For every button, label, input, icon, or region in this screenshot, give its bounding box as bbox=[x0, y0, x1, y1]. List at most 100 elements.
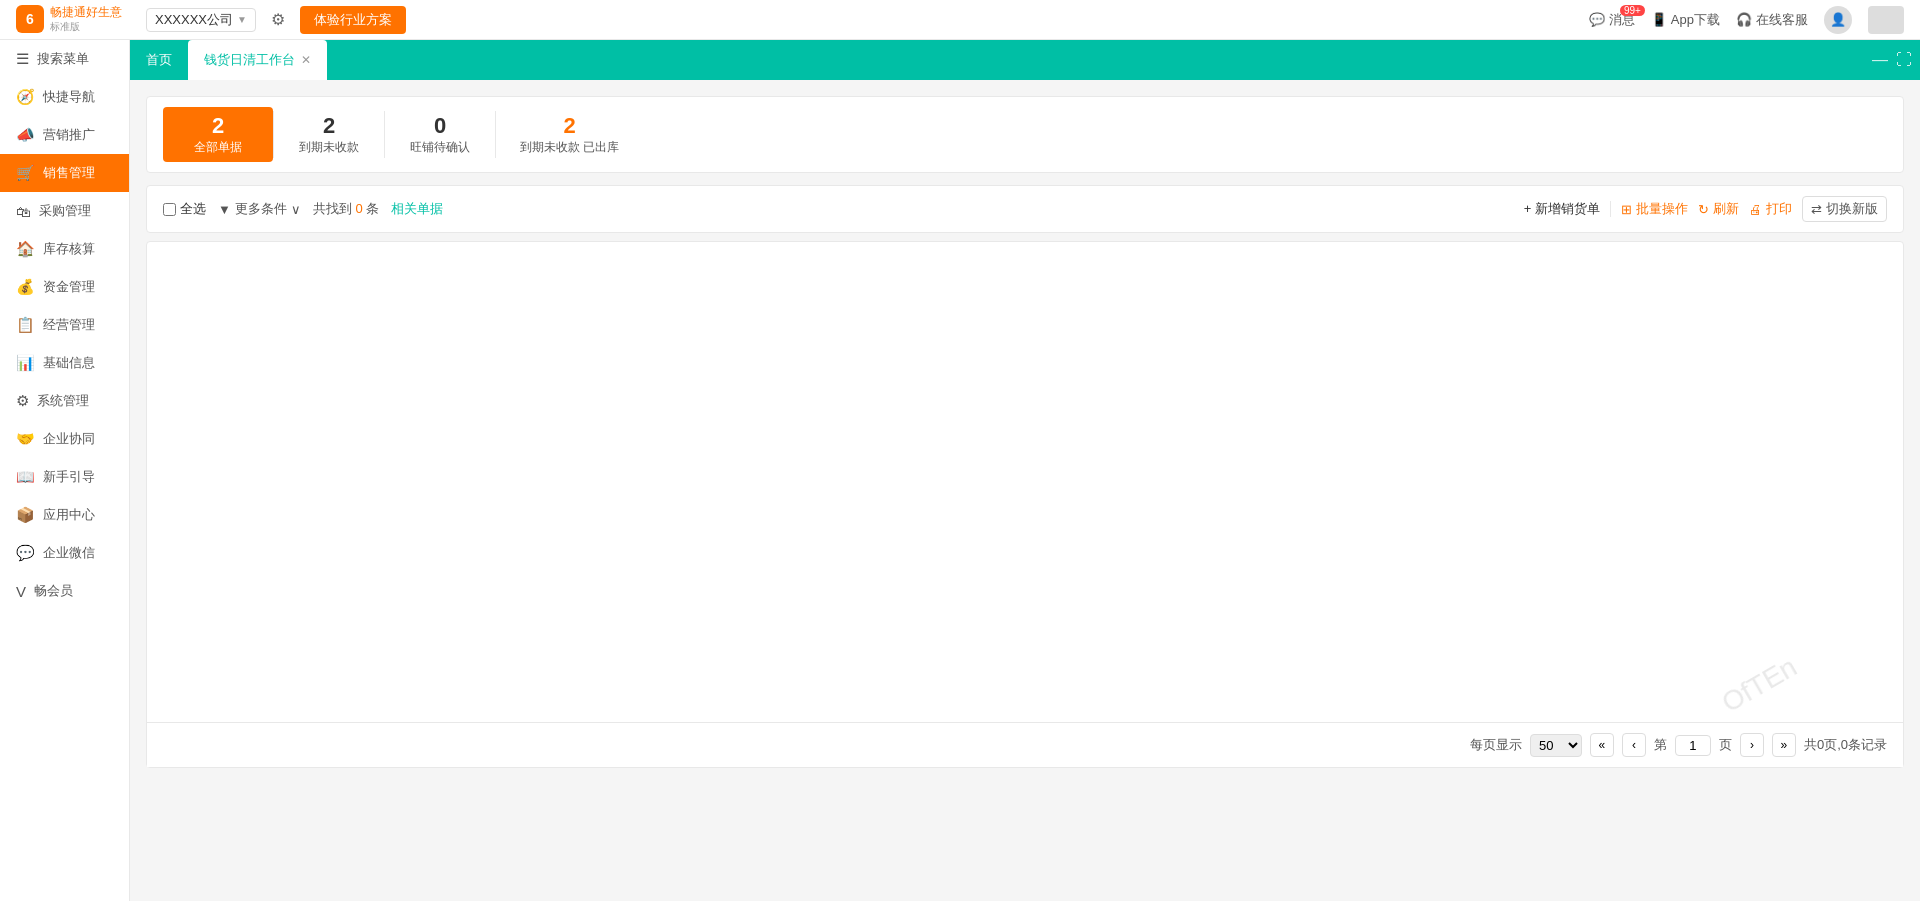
sidebar-item-inventory[interactable]: 🏠 库存核算 bbox=[0, 230, 129, 268]
sidebar-marketing-label: 营销推广 bbox=[43, 126, 95, 144]
sidebar-purchase-label: 采购管理 bbox=[39, 202, 91, 220]
user-name-area[interactable] bbox=[1868, 6, 1904, 34]
stat-tab-pending[interactable]: 0 旺铺待确认 bbox=[385, 107, 495, 162]
tab-minimize-button[interactable]: — bbox=[1872, 51, 1888, 69]
divider-v bbox=[1610, 201, 1611, 217]
refresh-button[interactable]: ↻ 刷新 bbox=[1698, 200, 1739, 218]
enterprise-icon: 🤝 bbox=[16, 430, 35, 448]
last-page-icon: » bbox=[1781, 738, 1788, 752]
sidebar-item-app-center[interactable]: 📦 应用中心 bbox=[0, 496, 129, 534]
wechat-icon: 💬 bbox=[16, 544, 35, 562]
select-all-label[interactable]: 全选 bbox=[163, 200, 206, 218]
refresh-icon: ↻ bbox=[1698, 202, 1709, 217]
message-button[interactable]: 💬 消息 99+ bbox=[1589, 11, 1635, 29]
page-suffix: 页 bbox=[1719, 736, 1732, 754]
sidebar: ☰ 搜索菜单 🧭 快捷导航 📣 营销推广 🛒 销售管理 🛍 采购管理 🏠 库存核… bbox=[0, 40, 130, 901]
top-header: 6 畅捷通好生意 标准版 XXXXXX公司 ▼ ⚙ 体验行业方案 💬 消息 99… bbox=[0, 0, 1920, 40]
sidebar-system-label: 系统管理 bbox=[37, 392, 89, 410]
tab-qhdq[interactable]: 钱货日清工作台 ✕ bbox=[188, 40, 327, 80]
purchase-icon: 🛍 bbox=[16, 203, 31, 220]
switch-icon: ⇄ bbox=[1811, 202, 1822, 217]
sidebar-app-label: 应用中心 bbox=[43, 506, 95, 524]
sidebar-wechat-label: 企业微信 bbox=[43, 544, 95, 562]
sidebar-operations-label: 经营管理 bbox=[43, 316, 95, 334]
prev-page-button[interactable]: ‹ bbox=[1622, 733, 1646, 757]
stat-tab-all[interactable]: 2 全部单据 bbox=[163, 107, 273, 162]
sidebar-inventory-label: 库存核算 bbox=[43, 240, 95, 258]
tab-bar: 首页 钱货日清工作台 ✕ — ⛶ bbox=[130, 40, 1920, 80]
sidebar-item-sales[interactable]: 🛒 销售管理 bbox=[0, 154, 129, 192]
sidebar-search-label: 搜索菜单 bbox=[37, 50, 89, 68]
sidebar-item-guide[interactable]: 📖 新手引导 bbox=[0, 458, 129, 496]
toolbar-right: + 新增销货单 ⊞ 批量操作 ↻ 刷新 🖨 打印 ⇄ 切换新版 bbox=[1524, 196, 1887, 222]
logo-name: 畅捷通好生意 bbox=[50, 5, 122, 19]
message-badge: 99+ bbox=[1620, 5, 1645, 16]
per-page-label: 每页显示 bbox=[1470, 736, 1522, 754]
select-all-checkbox[interactable] bbox=[163, 203, 176, 216]
batch-icon: ⊞ bbox=[1621, 202, 1632, 217]
tab-maximize-button[interactable]: ⛶ bbox=[1896, 51, 1912, 69]
sidebar-nav-label: 快捷导航 bbox=[43, 88, 95, 106]
basic-info-icon: 📊 bbox=[16, 354, 35, 372]
sidebar-item-quick-nav[interactable]: 🧭 快捷导航 bbox=[0, 78, 129, 116]
stat-tab-shipped[interactable]: 2 到期未收款 已出库 bbox=[496, 107, 643, 162]
sidebar-item-enterprise[interactable]: 🤝 企业协同 bbox=[0, 420, 129, 458]
system-icon: ⚙ bbox=[16, 392, 29, 410]
download-icon: 📱 bbox=[1651, 12, 1667, 27]
sidebar-item-member[interactable]: V 畅会员 bbox=[0, 572, 129, 610]
company-select[interactable]: XXXXXX公司 ▼ bbox=[146, 8, 256, 32]
sidebar-item-finance[interactable]: 💰 资金管理 bbox=[0, 268, 129, 306]
sidebar-guide-label: 新手引导 bbox=[43, 468, 95, 486]
app-download-button[interactable]: 📱 App下载 bbox=[1651, 11, 1720, 29]
online-service-button[interactable]: 🎧 在线客服 bbox=[1736, 11, 1808, 29]
first-page-button[interactable]: « bbox=[1590, 733, 1614, 757]
logo-area: 6 畅捷通好生意 标准版 bbox=[16, 5, 146, 33]
toolbar: 全选 ▼ 更多条件 ∨ 共找到 0 条 相关单据 + 新增销货单 ⊞ bbox=[146, 185, 1904, 233]
stat-label-overdue: 到期未收款 bbox=[299, 140, 359, 154]
found-count: 0 bbox=[356, 201, 363, 216]
experience-button[interactable]: 体验行业方案 bbox=[300, 6, 406, 34]
message-icon: 💬 bbox=[1589, 12, 1605, 27]
filter-button[interactable]: ▼ 更多条件 ∨ bbox=[218, 200, 301, 218]
last-page-button[interactable]: » bbox=[1772, 733, 1796, 757]
found-text: 共找到 0 条 bbox=[313, 200, 379, 218]
sidebar-item-wechat[interactable]: 💬 企业微信 bbox=[0, 534, 129, 572]
tab-close-icon[interactable]: ✕ bbox=[301, 53, 311, 67]
page-number-input[interactable] bbox=[1675, 735, 1711, 756]
tab-home[interactable]: 首页 bbox=[130, 40, 188, 80]
company-name: XXXXXX公司 bbox=[155, 11, 233, 29]
stat-label-shipped: 到期未收款 已出库 bbox=[520, 140, 619, 154]
new-sale-button[interactable]: + 新增销货单 bbox=[1524, 200, 1600, 218]
sidebar-item-basic-info[interactable]: 📊 基础信息 bbox=[0, 344, 129, 382]
prev-page-icon: ‹ bbox=[1632, 738, 1636, 752]
batch-operation-button[interactable]: ⊞ 批量操作 bbox=[1621, 200, 1688, 218]
stats-tabs: 2 全部单据 2 到期未收款 0 旺铺待确认 2 到期未收款 已出库 bbox=[146, 96, 1904, 173]
stat-number-pending: 0 bbox=[409, 113, 471, 139]
sidebar-item-purchase[interactable]: 🛍 采购管理 bbox=[0, 192, 129, 230]
print-button[interactable]: 🖨 打印 bbox=[1749, 200, 1792, 218]
sidebar-item-system[interactable]: ⚙ 系统管理 bbox=[0, 382, 129, 420]
logo-sub: 标准版 bbox=[50, 20, 122, 34]
avatar[interactable]: 👤 bbox=[1824, 6, 1852, 34]
related-orders-link[interactable]: 相关单据 bbox=[391, 200, 443, 218]
chevron-down-icon: ∨ bbox=[291, 202, 301, 217]
header-right: 💬 消息 99+ 📱 App下载 🎧 在线客服 👤 bbox=[1589, 6, 1904, 34]
page-label: 第 bbox=[1654, 736, 1667, 754]
operations-icon: 📋 bbox=[16, 316, 35, 334]
pagination: 每页显示 50 20 100 « ‹ 第 页 › » 共0页,0条记录 bbox=[147, 722, 1903, 767]
sidebar-item-marketing[interactable]: 📣 营销推广 bbox=[0, 116, 129, 154]
stat-label-all: 全部单据 bbox=[194, 140, 242, 154]
settings-button[interactable]: ⚙ bbox=[264, 6, 292, 34]
per-page-select[interactable]: 50 20 100 bbox=[1530, 734, 1582, 757]
sidebar-item-search[interactable]: ☰ 搜索菜单 bbox=[0, 40, 129, 78]
avatar-icon: 👤 bbox=[1830, 12, 1846, 27]
stat-tab-overdue[interactable]: 2 到期未收款 bbox=[274, 107, 384, 162]
stat-number-all: 2 bbox=[187, 113, 249, 139]
sidebar-sales-label: 销售管理 bbox=[43, 164, 95, 182]
switch-version-button[interactable]: ⇄ 切换新版 bbox=[1802, 196, 1887, 222]
main-content: 2 全部单据 2 到期未收款 0 旺铺待确认 2 到期未收款 已出库 全选 ▼ bbox=[130, 80, 1920, 901]
search-menu-icon: ☰ bbox=[16, 50, 29, 68]
print-icon: 🖨 bbox=[1749, 202, 1762, 217]
sidebar-item-operations[interactable]: 📋 经营管理 bbox=[0, 306, 129, 344]
next-page-button[interactable]: › bbox=[1740, 733, 1764, 757]
